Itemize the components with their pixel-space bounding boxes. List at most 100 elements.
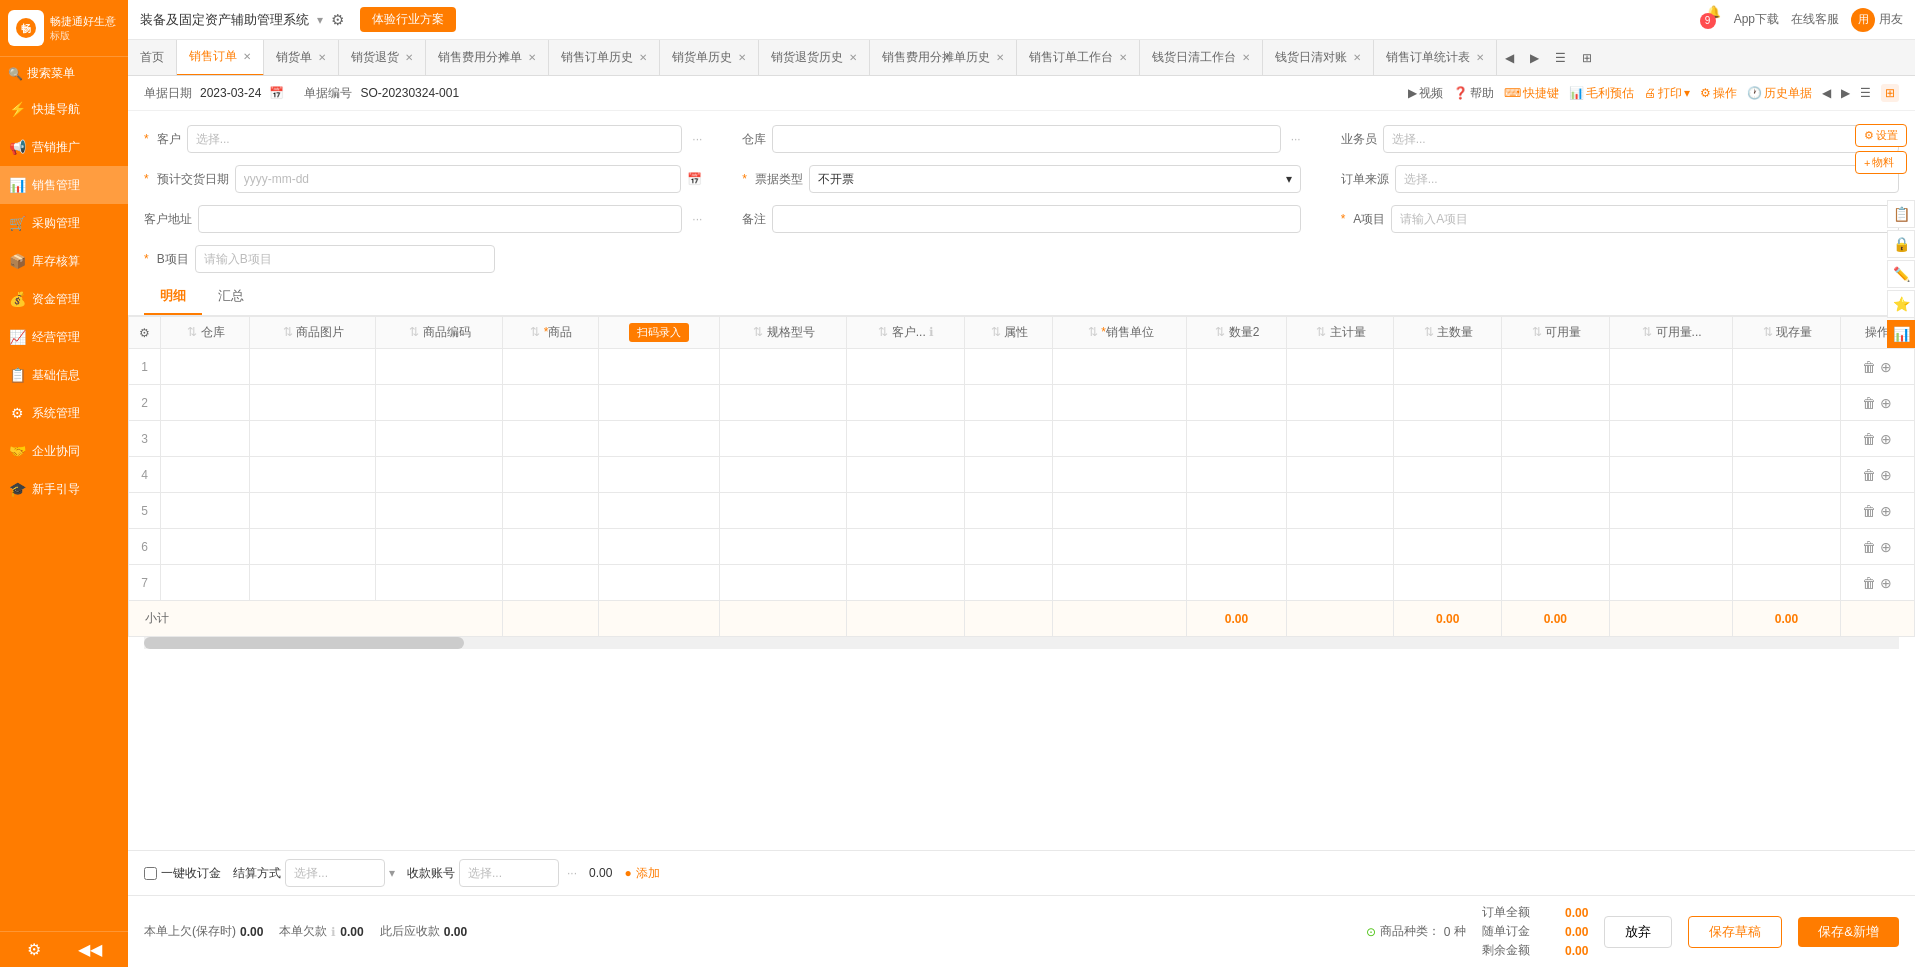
- row-1-customer-code[interactable]: [846, 349, 964, 385]
- sidebar-item-basic-info[interactable]: 📋 基础信息: [0, 356, 128, 394]
- order-source-input[interactable]: [1395, 165, 1899, 193]
- col-customer-code[interactable]: ⇅ 客户... ℹ: [846, 317, 964, 349]
- row-3-warehouse[interactable]: [161, 421, 250, 457]
- row-2-attribute[interactable]: [964, 385, 1053, 421]
- nav-next-btn[interactable]: ▶: [1841, 86, 1850, 100]
- sidebar-item-quick-nav[interactable]: ⚡ 快捷导航: [0, 90, 128, 128]
- col-qty2[interactable]: ⇅ 数量2: [1187, 317, 1286, 349]
- settings-icon[interactable]: ⚙: [27, 940, 41, 959]
- row-1-warehouse[interactable]: [161, 349, 250, 385]
- settlement-dropdown-icon[interactable]: ▾: [389, 866, 395, 880]
- row-3-delete-btn[interactable]: 🗑: [1862, 431, 1876, 447]
- tab-return-history[interactable]: 销货退货历史 ✕: [759, 40, 870, 76]
- add-btn[interactable]: ● 添加: [624, 865, 659, 882]
- save-new-button[interactable]: 保存&新增: [1798, 917, 1899, 947]
- row-1-spec[interactable]: [720, 349, 847, 385]
- customer-input[interactable]: [187, 125, 683, 153]
- dropdown-icon[interactable]: ▾: [317, 13, 323, 27]
- sidebar-item-tutorial[interactable]: 🎓 新手引导: [0, 470, 128, 508]
- expand-view-btn[interactable]: ⊞: [1881, 84, 1899, 102]
- row-1-available2[interactable]: [1609, 349, 1732, 385]
- quick-action-star[interactable]: ⭐: [1887, 290, 1915, 318]
- print-btn[interactable]: 🖨 打印 ▾: [1644, 85, 1690, 102]
- tab-goods-history[interactable]: 销货单历史 ✕: [660, 40, 759, 76]
- remark-input[interactable]: [772, 205, 1300, 233]
- col-product-code[interactable]: ⇅ 商品编码: [376, 317, 503, 349]
- row-2-available[interactable]: [1501, 385, 1609, 421]
- row-1-main-unit[interactable]: [1286, 349, 1394, 385]
- row-2-scan[interactable]: [599, 385, 720, 421]
- address-input[interactable]: [198, 205, 682, 233]
- profit-btn[interactable]: 📊 毛利预估: [1569, 85, 1634, 102]
- quick-action-chart[interactable]: 📊: [1887, 320, 1915, 348]
- one-click-checkout-checkbox[interactable]: [144, 867, 157, 880]
- row-4-delete-btn[interactable]: 🗑: [1862, 467, 1876, 483]
- col-spec[interactable]: ⇅ 规格型号: [720, 317, 847, 349]
- col-scan[interactable]: 扫码录入: [599, 317, 720, 349]
- row-6-delete-btn[interactable]: 🗑: [1862, 539, 1876, 555]
- row-1-delete-btn[interactable]: 🗑: [1862, 359, 1876, 375]
- bank-more-icon[interactable]: ···: [567, 866, 577, 880]
- col-settings[interactable]: ⚙: [129, 317, 161, 349]
- warehouse-more-icon[interactable]: ···: [1291, 132, 1301, 146]
- sidebar-item-sales[interactable]: 📊 销售管理: [0, 166, 128, 204]
- warehouse-input[interactable]: 成品库: [772, 125, 1280, 153]
- shortcut-btn[interactable]: ⌨ 快捷键: [1504, 85, 1559, 102]
- horizontal-scrollbar[interactable]: [144, 637, 1899, 649]
- tab-sales-return[interactable]: 销货退货 ✕: [339, 40, 426, 76]
- tab-expand-btn[interactable]: ⊞: [1574, 40, 1600, 76]
- scan-button[interactable]: 扫码录入: [629, 323, 689, 342]
- b-project-input[interactable]: [195, 245, 495, 273]
- tab-daily-workbench[interactable]: 钱货日清工作台 ✕: [1140, 40, 1263, 76]
- row-3-copy-btn[interactable]: ⊕: [1880, 431, 1892, 447]
- row-1-scan[interactable]: [599, 349, 720, 385]
- row-2-code[interactable]: [376, 385, 503, 421]
- tab-sales-stats[interactable]: 销售订单统计表 ✕: [1374, 40, 1497, 76]
- row-5-delete-btn[interactable]: 🗑: [1862, 503, 1876, 519]
- row-4-copy-btn[interactable]: ⊕: [1880, 467, 1892, 483]
- quick-action-edit[interactable]: ✏️: [1887, 260, 1915, 288]
- row-2-main-qty[interactable]: [1394, 385, 1502, 421]
- tab-daily-reconcile-close[interactable]: ✕: [1353, 52, 1361, 63]
- gear-settings-icon[interactable]: ⚙: [331, 11, 344, 29]
- sidebar-item-operations[interactable]: 📈 经营管理: [0, 318, 128, 356]
- row-2-available2[interactable]: [1609, 385, 1732, 421]
- settlement-input[interactable]: [285, 859, 385, 887]
- tab-expense-split-close[interactable]: ✕: [528, 52, 536, 63]
- col-available[interactable]: ⇅ 可用量: [1501, 317, 1609, 349]
- tab-detail[interactable]: 明细: [144, 279, 202, 315]
- col-sales-unit[interactable]: ⇅ *销售单位: [1053, 317, 1187, 349]
- user-menu[interactable]: 用 用友: [1851, 8, 1903, 32]
- add-material-btn[interactable]: + 物料: [1855, 151, 1907, 174]
- tab-prev-btn[interactable]: ◀: [1497, 40, 1522, 76]
- tab-order-history-close[interactable]: ✕: [639, 52, 647, 63]
- row-7-delete-btn[interactable]: 🗑: [1862, 575, 1876, 591]
- row-1-qty2[interactable]: [1187, 349, 1286, 385]
- col-product-image[interactable]: ⇅ 商品图片: [249, 317, 376, 349]
- row-2-main-unit[interactable]: [1286, 385, 1394, 421]
- row-2-delete-btn[interactable]: 🗑: [1862, 395, 1876, 411]
- online-service-link[interactable]: 在线客服: [1791, 11, 1839, 28]
- row-2-image[interactable]: [249, 385, 376, 421]
- tab-return-history-close[interactable]: ✕: [849, 52, 857, 63]
- row-2-warehouse[interactable]: [161, 385, 250, 421]
- preview-btn[interactable]: ▶ 视频: [1408, 85, 1443, 102]
- help-btn[interactable]: ❓ 帮助: [1453, 85, 1494, 102]
- sidebar-item-purchase[interactable]: 🛒 采购管理: [0, 204, 128, 242]
- solution-button[interactable]: 体验行业方案: [360, 7, 456, 32]
- sidebar-item-inventory[interactable]: 📦 库存核算: [0, 242, 128, 280]
- row-2-unit[interactable]: [1053, 385, 1187, 421]
- tab-sales-goods[interactable]: 销货单 ✕: [264, 40, 339, 76]
- tab-daily-workbench-close[interactable]: ✕: [1242, 52, 1250, 63]
- col-main-qty[interactable]: ⇅ 主数量: [1394, 317, 1502, 349]
- col-warehouse[interactable]: ⇅ 仓库: [161, 317, 250, 349]
- row-5-copy-btn[interactable]: ⊕: [1880, 503, 1892, 519]
- row-2-copy-btn[interactable]: ⊕: [1880, 395, 1892, 411]
- row-2-spec[interactable]: [720, 385, 847, 421]
- settings-form-btn[interactable]: ⚙ 设置: [1855, 124, 1907, 147]
- scrollbar-thumb[interactable]: [144, 637, 464, 649]
- sidebar-search[interactable]: 🔍 搜索菜单: [0, 57, 128, 90]
- invoice-type-select[interactable]: 不开票 ▾: [809, 165, 1301, 193]
- tab-order-workbench-close[interactable]: ✕: [1119, 52, 1127, 63]
- operations-btn[interactable]: ⚙ 操作: [1700, 85, 1737, 102]
